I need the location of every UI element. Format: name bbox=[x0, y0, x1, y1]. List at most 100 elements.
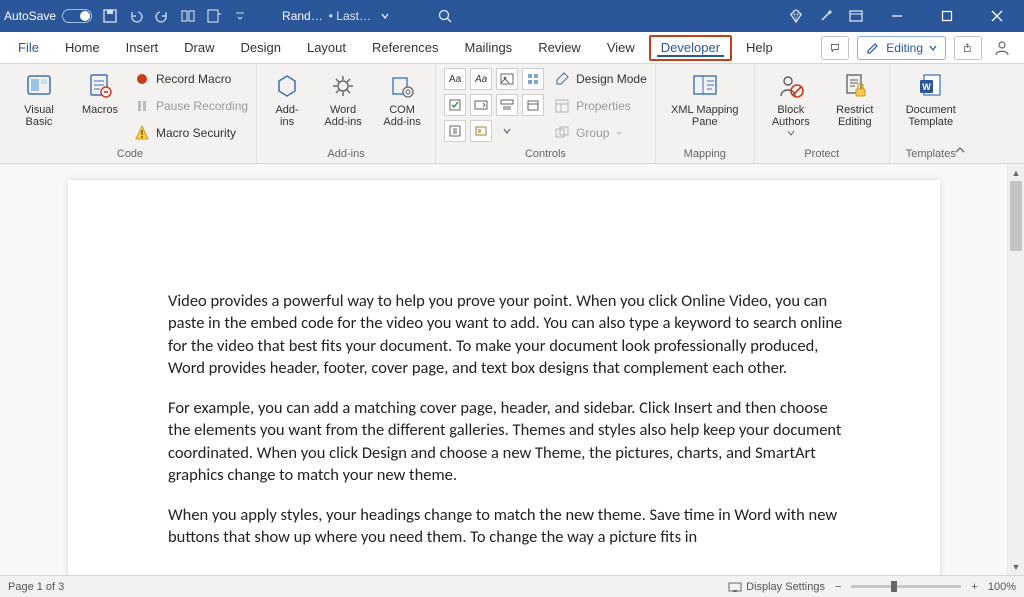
editing-mode-button[interactable]: Editing bbox=[857, 36, 946, 60]
tab-design[interactable]: Design bbox=[229, 32, 293, 64]
group-protect-label: Protect bbox=[804, 146, 839, 163]
group-controls: Aa Aa bbox=[436, 64, 656, 163]
record-macro-label: Record Macro bbox=[156, 72, 231, 86]
design-mode-button[interactable]: Design Mode bbox=[554, 68, 647, 90]
visual-basic-button[interactable]: Visual Basic bbox=[12, 68, 66, 128]
group-icon bbox=[554, 125, 570, 141]
xml-mapping-icon bbox=[689, 70, 721, 102]
control-combo-icon[interactable] bbox=[470, 94, 492, 116]
autosave-toggle[interactable] bbox=[62, 9, 92, 23]
page-indicator[interactable]: Page 1 of 3 bbox=[8, 581, 64, 593]
document-template-button[interactable]: W Document Template bbox=[898, 68, 964, 128]
control-checkbox-icon[interactable] bbox=[444, 94, 466, 116]
diamond-icon[interactable] bbox=[788, 8, 804, 24]
tab-layout[interactable]: Layout bbox=[295, 32, 358, 64]
status-bar: Page 1 of 3 Display Settings − + 100% bbox=[0, 575, 1024, 597]
tab-review[interactable]: Review bbox=[526, 32, 593, 64]
visual-basic-label: Visual Basic bbox=[24, 104, 54, 128]
svg-text:W: W bbox=[922, 82, 931, 92]
paragraph: For example, you can add a matching cove… bbox=[168, 397, 844, 486]
block-authors-button[interactable]: Block Authors bbox=[763, 68, 819, 136]
paragraph: When you apply styles, your headings cha… bbox=[168, 504, 844, 549]
addins-button[interactable]: Add- ins bbox=[265, 68, 309, 128]
tab-help[interactable]: Help bbox=[734, 32, 785, 64]
visual-basic-icon bbox=[23, 70, 55, 102]
control-rich-text-icon[interactable]: Aa bbox=[444, 68, 466, 90]
shield-warning-icon bbox=[134, 125, 150, 141]
document-title[interactable]: Rand… • Last… bbox=[282, 8, 393, 24]
redo-icon[interactable] bbox=[154, 8, 170, 24]
tab-developer[interactable]: Developer bbox=[649, 35, 732, 61]
zoom-level[interactable]: 100% bbox=[988, 581, 1016, 593]
pause-recording-button: Pause Recording bbox=[134, 95, 248, 117]
group-control-button: Group bbox=[554, 122, 647, 144]
scroll-up-icon[interactable]: ▲ bbox=[1008, 164, 1024, 181]
control-legacy-icon[interactable] bbox=[470, 120, 492, 142]
ribbon-tabs: File Home Insert Draw Design Layout Refe… bbox=[0, 32, 1024, 64]
window-icon[interactable] bbox=[848, 8, 864, 24]
word-doc-icon: W bbox=[915, 70, 947, 102]
document-name: Rand… bbox=[282, 9, 323, 23]
tab-file[interactable]: File bbox=[6, 32, 51, 64]
group-addins-label: Add-ins bbox=[327, 146, 364, 163]
group-mapping-label: Mapping bbox=[684, 146, 726, 163]
zoom-out-button[interactable]: − bbox=[835, 581, 841, 593]
qat-customize-icon[interactable] bbox=[232, 8, 248, 24]
account-icon[interactable] bbox=[990, 40, 1014, 56]
record-macro-icon bbox=[134, 71, 150, 87]
control-date-icon[interactable] bbox=[522, 94, 544, 116]
qat-icon-1[interactable] bbox=[180, 8, 196, 24]
group-templates-label: Templates bbox=[906, 146, 956, 163]
ribbon: Visual Basic Macros Record Macro Pause R… bbox=[0, 64, 1024, 164]
tab-home[interactable]: Home bbox=[53, 32, 112, 64]
undo-icon[interactable] bbox=[128, 8, 144, 24]
minimize-button[interactable] bbox=[874, 0, 920, 32]
zoom-in-button[interactable]: + bbox=[971, 581, 977, 593]
control-building-block-icon[interactable] bbox=[522, 68, 544, 90]
tab-draw[interactable]: Draw bbox=[172, 32, 226, 64]
properties-icon bbox=[554, 98, 570, 114]
close-button[interactable] bbox=[974, 0, 1020, 32]
qat-icon-2[interactable] bbox=[206, 8, 222, 24]
xml-mapping-button[interactable]: XML Mapping Pane bbox=[664, 68, 746, 128]
document-page[interactable]: Video provides a powerful way to help yo… bbox=[68, 180, 940, 575]
macros-icon bbox=[84, 70, 116, 102]
record-macro-button[interactable]: Record Macro bbox=[134, 68, 248, 90]
gear-icon bbox=[327, 70, 359, 102]
display-settings-button[interactable]: Display Settings bbox=[728, 580, 825, 594]
group-protect: Block Authors Restrict Editing Protect bbox=[755, 64, 890, 163]
group-templates: W Document Template Templates bbox=[890, 64, 972, 163]
maximize-button[interactable] bbox=[924, 0, 970, 32]
scroll-down-icon[interactable]: ▼ bbox=[1008, 558, 1024, 575]
word-addins-button[interactable]: Word Add-ins bbox=[319, 68, 367, 128]
restrict-editing-button[interactable]: Restrict Editing bbox=[829, 68, 881, 128]
macros-button[interactable]: Macros bbox=[76, 68, 124, 116]
zoom-slider[interactable] bbox=[851, 585, 961, 588]
share-button[interactable] bbox=[954, 36, 982, 60]
tab-view[interactable]: View bbox=[595, 32, 647, 64]
macros-label: Macros bbox=[82, 104, 118, 116]
search-icon[interactable] bbox=[437, 8, 453, 24]
design-mode-icon bbox=[554, 71, 570, 87]
scroll-thumb[interactable] bbox=[1010, 181, 1022, 251]
macro-security-button[interactable]: Macro Security bbox=[134, 122, 248, 144]
vertical-scrollbar[interactable]: ▲ ▼ bbox=[1007, 164, 1024, 575]
tab-insert[interactable]: Insert bbox=[114, 32, 171, 64]
tab-references[interactable]: References bbox=[360, 32, 450, 64]
title-bar: AutoSave Rand… • Last… bbox=[0, 0, 1024, 32]
wand-icon[interactable] bbox=[818, 8, 834, 24]
control-plain-text-icon[interactable]: Aa bbox=[470, 68, 492, 90]
com-addins-icon bbox=[386, 70, 418, 102]
tab-mailings[interactable]: Mailings bbox=[453, 32, 525, 64]
control-repeating-icon[interactable] bbox=[444, 120, 466, 142]
control-picture-icon[interactable] bbox=[496, 68, 518, 90]
macro-security-label: Macro Security bbox=[156, 126, 236, 140]
chevron-down-icon[interactable] bbox=[377, 8, 393, 24]
control-dropdown-icon[interactable] bbox=[496, 94, 518, 116]
collapse-ribbon-icon[interactable] bbox=[954, 145, 966, 157]
control-legacy-dropdown-icon[interactable] bbox=[496, 120, 518, 142]
restrict-editing-icon bbox=[839, 70, 871, 102]
save-icon[interactable] bbox=[102, 8, 118, 24]
com-addins-button[interactable]: COM Add-ins bbox=[377, 68, 427, 128]
comments-button[interactable] bbox=[821, 36, 849, 60]
